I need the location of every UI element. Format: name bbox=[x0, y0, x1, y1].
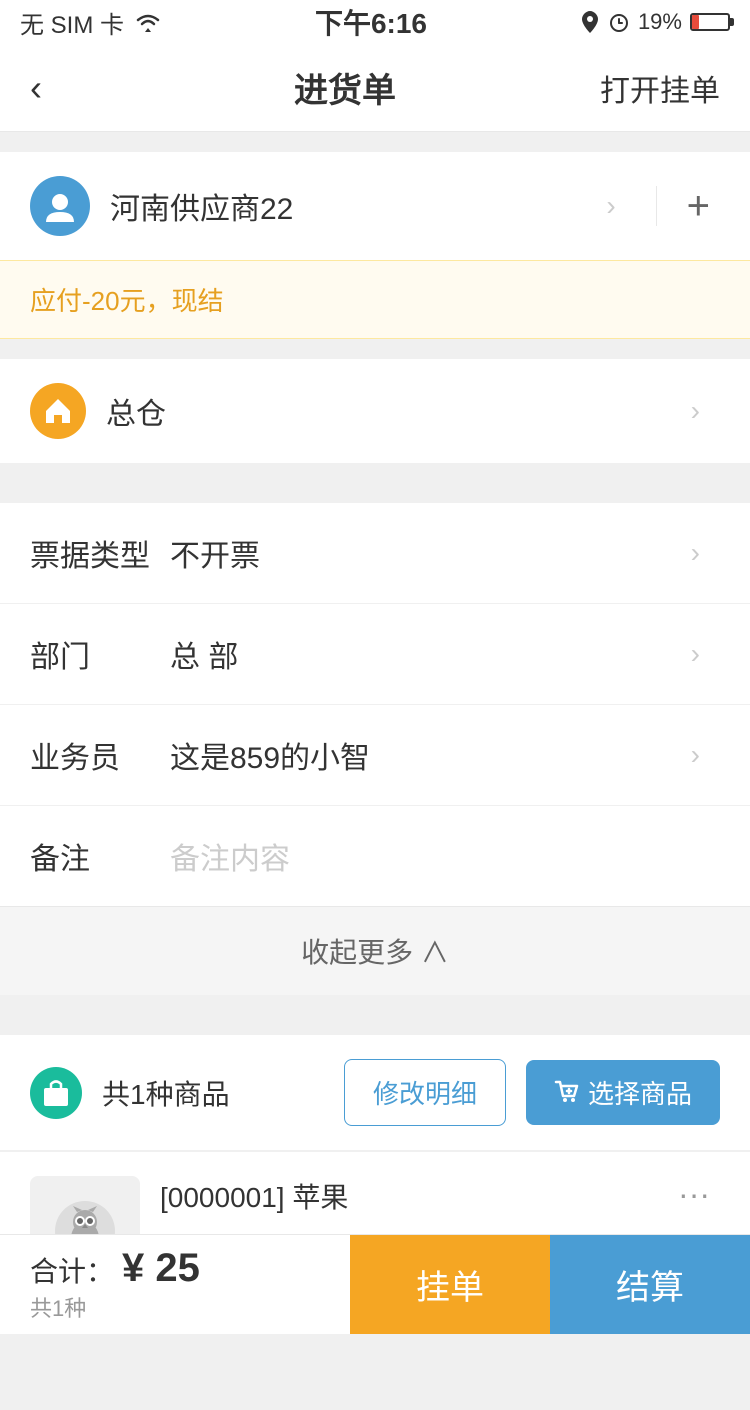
location-icon bbox=[580, 11, 600, 33]
remark-row[interactable]: 备注 备注内容 bbox=[0, 806, 750, 906]
settle-button[interactable]: 结算 bbox=[550, 1235, 750, 1334]
invoice-row[interactable]: 票据类型 不开票 › bbox=[0, 503, 750, 604]
cart-icon bbox=[554, 1080, 580, 1106]
carrier-text: 无 SIM 卡 bbox=[20, 5, 124, 40]
bottom-total: 合计： ¥ 25 共1种 bbox=[0, 1235, 350, 1334]
top-divider bbox=[0, 132, 750, 152]
page-title: 进货单 bbox=[294, 63, 396, 112]
product-header: 共1种商品 修改明细 选择商品 bbox=[0, 1035, 750, 1150]
edit-detail-button[interactable]: 修改明细 bbox=[344, 1059, 506, 1126]
wifi-icon bbox=[134, 12, 162, 32]
alarm-icon bbox=[608, 11, 630, 33]
bottom-bar: 合计： ¥ 25 共1种 挂单 结算 bbox=[0, 1234, 750, 1334]
supplier-row[interactable]: 河南供应商22 › + bbox=[0, 152, 750, 260]
product-divider bbox=[0, 995, 750, 1015]
product-more-button[interactable]: ··· bbox=[668, 1176, 720, 1213]
dept-label: 部门 bbox=[30, 632, 170, 676]
supplier-avatar bbox=[30, 176, 90, 236]
invoice-chevron: › bbox=[691, 537, 700, 569]
add-supplier-button[interactable]: + bbox=[677, 184, 720, 229]
dept-value: 总 部 bbox=[170, 632, 691, 676]
sales-label: 业务员 bbox=[30, 733, 170, 777]
back-button[interactable]: ‹ bbox=[30, 67, 90, 109]
home-icon bbox=[42, 395, 74, 427]
supplier-chevron: › bbox=[606, 190, 615, 222]
user-icon bbox=[42, 188, 78, 224]
select-product-label: 选择商品 bbox=[588, 1074, 692, 1111]
total-sub: 共1种 bbox=[30, 1291, 320, 1323]
product-name: [0000001] 苹果 bbox=[160, 1176, 648, 1216]
status-bar: 无 SIM 卡 下午6:16 19% bbox=[0, 0, 750, 44]
warehouse-icon bbox=[30, 383, 86, 439]
total-label-text: 合计： bbox=[30, 1250, 114, 1290]
collapse-button[interactable]: 收起更多 ∧ bbox=[0, 906, 750, 995]
sales-value: 这是859的小智 bbox=[170, 733, 691, 777]
invoice-label: 票据类型 bbox=[30, 531, 170, 575]
nav-bar: ‹ 进货单 打开挂单 bbox=[0, 44, 750, 132]
total-amount: ¥ 25 bbox=[122, 1246, 200, 1291]
warning-text: 应付-20元，现结 bbox=[30, 286, 224, 316]
invoice-value: 不开票 bbox=[170, 531, 691, 575]
remark-label: 备注 bbox=[30, 834, 170, 878]
product-count-text: 共1种商品 bbox=[102, 1073, 324, 1113]
sales-chevron: › bbox=[691, 739, 700, 771]
product-count-icon bbox=[30, 1067, 82, 1119]
supplier-name: 河南供应商22 bbox=[110, 184, 606, 228]
warning-banner: 应付-20元，现结 bbox=[0, 260, 750, 339]
sales-row[interactable]: 业务员 这是859的小智 › bbox=[0, 705, 750, 806]
warehouse-chevron: › bbox=[691, 395, 700, 427]
battery-icon bbox=[690, 13, 730, 31]
form-section: 票据类型 不开票 › 部门 总 部 › 业务员 这是859的小智 › 备注 备注… bbox=[0, 503, 750, 906]
select-product-button[interactable]: 选择商品 bbox=[526, 1060, 720, 1125]
remark-input[interactable]: 备注内容 bbox=[170, 834, 720, 878]
warehouse-name: 总仓 bbox=[106, 389, 691, 433]
hang-button[interactable]: 挂单 bbox=[350, 1235, 550, 1334]
vertical-divider bbox=[656, 186, 657, 226]
battery-percent: 19% bbox=[638, 9, 682, 35]
open-hang-button[interactable]: 打开挂单 bbox=[600, 66, 720, 110]
dept-row[interactable]: 部门 总 部 › bbox=[0, 604, 750, 705]
bag-icon bbox=[41, 1078, 71, 1108]
mid-divider bbox=[0, 463, 750, 483]
warehouse-row[interactable]: 总仓 › bbox=[0, 359, 750, 463]
dept-chevron: › bbox=[691, 638, 700, 670]
total-label: 合计： ¥ 25 bbox=[30, 1246, 320, 1291]
status-left: 无 SIM 卡 bbox=[20, 5, 162, 40]
status-right: 19% bbox=[580, 9, 730, 35]
status-time: 下午6:16 bbox=[315, 2, 427, 42]
